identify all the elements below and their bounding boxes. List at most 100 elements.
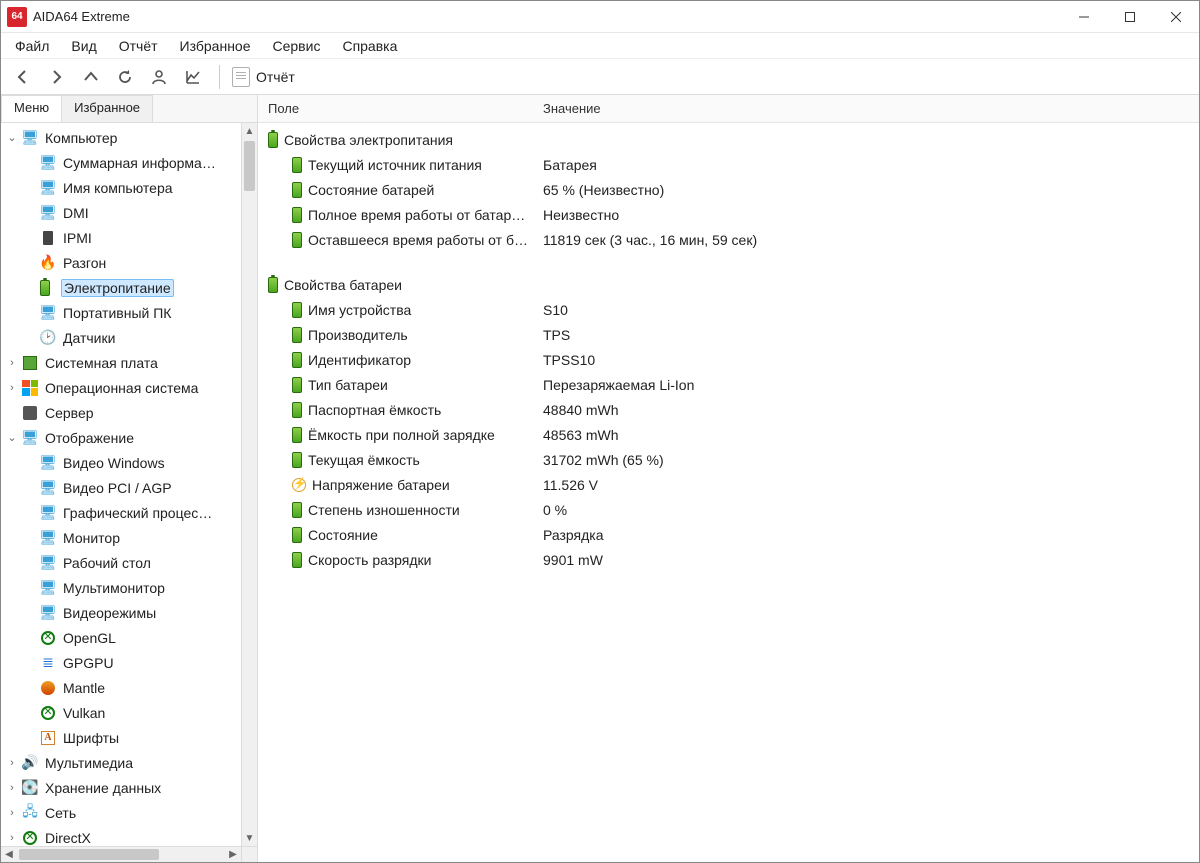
data-row[interactable]: Ёмкость при полной зарядке 48563 mWh	[258, 422, 1199, 447]
tree-summary[interactable]: 🖥Суммарная информа…	[1, 150, 241, 175]
expand-arrow-icon[interactable]: ›	[5, 357, 19, 369]
scroll-down-icon[interactable]: ▼	[242, 830, 257, 846]
column-header[interactable]: Поле Значение	[258, 95, 1199, 123]
tree-multimedia[interactable]: ›🔊Мультимедиа	[1, 750, 241, 775]
tree-vmodes[interactable]: 🖥Видеорежимы	[1, 600, 241, 625]
field-label: Ёмкость при полной зарядке	[308, 427, 495, 443]
minimize-button[interactable]	[1061, 1, 1107, 33]
menu-view[interactable]: Вид	[63, 36, 104, 56]
expand-arrow-icon[interactable]: ⌄	[5, 131, 19, 144]
data-row[interactable]: Имя устройстваS10	[258, 297, 1199, 322]
nav-tree[interactable]: ⌄🖥Компьютер🖥Суммарная информа…🖥Имя компь…	[1, 123, 241, 846]
data-row[interactable]: Оставшееся время работы от б…11819 сек (…	[258, 227, 1199, 252]
tree-mobo[interactable]: ›Системная плата	[1, 350, 241, 375]
menu-favorites[interactable]: Избранное	[172, 36, 259, 56]
field-label: Текущая ёмкость	[308, 452, 420, 468]
expand-arrow-icon[interactable]: ›	[5, 757, 19, 769]
tree-label: Отображение	[43, 430, 136, 446]
data-row[interactable]: Состояние батарей65 % (Неизвестно)	[258, 177, 1199, 202]
section-header[interactable]: Свойства электропитания	[258, 127, 1199, 152]
data-row[interactable]: Напряжение батареи11.526 V	[258, 472, 1199, 497]
data-row[interactable]: Паспортная ёмкость48840 mWh	[258, 397, 1199, 422]
report-button[interactable]: Отчёт	[232, 67, 295, 87]
tree-fonts[interactable]: AШрифты	[1, 725, 241, 750]
nav-up-button[interactable]	[77, 63, 105, 91]
scroll-left-icon[interactable]: ◀	[1, 847, 17, 862]
data-row[interactable]: Текущий источник питанияБатарея	[258, 152, 1199, 177]
tree-hscrollbar[interactable]: ◀ ▶	[1, 846, 241, 862]
tab-menu[interactable]: Меню	[1, 95, 62, 122]
tree-power[interactable]: Электропитание	[1, 275, 241, 300]
tree-desk[interactable]: 🖥Рабочий стол	[1, 550, 241, 575]
maximize-button[interactable]	[1107, 1, 1153, 33]
battery-icon	[292, 377, 302, 393]
tree-overclock[interactable]: 🔥Разгон	[1, 250, 241, 275]
menu-help[interactable]: Справка	[334, 36, 405, 56]
graph-button[interactable]	[179, 63, 207, 91]
tree-portable[interactable]: 🖥Портативный ПК	[1, 300, 241, 325]
field-label: Скорость разрядки	[308, 552, 432, 568]
tree-vwin[interactable]: 🖥Видео Windows	[1, 450, 241, 475]
expand-arrow-icon[interactable]: ›	[5, 382, 19, 394]
menu-file[interactable]: Файл	[7, 36, 57, 56]
tree-ipmi[interactable]: IPMI	[1, 225, 241, 250]
battery-icon	[39, 279, 57, 297]
tree-multimon[interactable]: 🖥Мультимонитор	[1, 575, 241, 600]
menu-report[interactable]: Отчёт	[111, 36, 166, 56]
col-value[interactable]: Значение	[533, 101, 1199, 116]
scroll-up-icon[interactable]: ▲	[242, 123, 257, 139]
data-row[interactable]: Тип батареиПерезаряжаемая Li-Ion	[258, 372, 1199, 397]
tree-vpci[interactable]: 🖥Видео PCI / AGP	[1, 475, 241, 500]
data-row[interactable]: Степень изношенности0 %	[258, 497, 1199, 522]
battery-icon	[292, 207, 302, 223]
section-header[interactable]: Свойства батареи	[258, 272, 1199, 297]
close-button[interactable]	[1153, 1, 1199, 33]
refresh-button[interactable]	[111, 63, 139, 91]
tree-vscrollbar[interactable]: ▲ ▼	[241, 123, 257, 846]
menu-tools[interactable]: Сервис	[265, 36, 329, 56]
tree-mon[interactable]: 🖥Монитор	[1, 525, 241, 550]
tree-directx[interactable]: ›DirectX	[1, 825, 241, 846]
data-row[interactable]: Скорость разрядки9901 mW	[258, 547, 1199, 572]
tree-mantle[interactable]: Mantle	[1, 675, 241, 700]
window-controls	[1061, 1, 1199, 33]
expand-arrow-icon[interactable]: ›	[5, 807, 19, 819]
tab-favorites[interactable]: Избранное	[61, 95, 153, 122]
expand-arrow-icon[interactable]: ›	[5, 782, 19, 794]
data-row[interactable]: Текущая ёмкость31702 mWh (65 %)	[258, 447, 1199, 472]
user-button[interactable]	[145, 63, 173, 91]
data-row[interactable]: ИдентификаторTPSS10	[258, 347, 1199, 372]
nav-forward-button[interactable]	[43, 63, 71, 91]
tree-label: Сеть	[43, 805, 78, 821]
battery-icon	[292, 452, 302, 468]
tree-sensors[interactable]: 🕑Датчики	[1, 325, 241, 350]
tree-network[interactable]: ›🖧Сеть	[1, 800, 241, 825]
vscroll-thumb[interactable]	[244, 141, 255, 191]
monitor-icon: 🖥	[39, 454, 57, 472]
expand-arrow-icon[interactable]: ›	[5, 832, 19, 844]
tree-vulkan[interactable]: Vulkan	[1, 700, 241, 725]
data-row[interactable]: ПроизводительTPS	[258, 322, 1199, 347]
tree-dmi[interactable]: 🖥DMI	[1, 200, 241, 225]
sidebar-tabs: Меню Избранное	[1, 95, 257, 123]
tree-os[interactable]: ›Операционная система	[1, 375, 241, 400]
monitor-icon: 🖥	[39, 154, 57, 172]
hscroll-thumb[interactable]	[19, 849, 159, 860]
tree-computer[interactable]: ⌄🖥Компьютер	[1, 125, 241, 150]
col-field[interactable]: Поле	[258, 101, 533, 116]
data-row[interactable]: СостояниеРазрядка	[258, 522, 1199, 547]
field-value: 48563 mWh	[533, 427, 1199, 443]
expand-arrow-icon[interactable]: ⌄	[5, 431, 19, 444]
tree-opengl[interactable]: OpenGL	[1, 625, 241, 650]
nav-back-button[interactable]	[9, 63, 37, 91]
data-row[interactable]: Полное время работы от батар…Неизвестно	[258, 202, 1199, 227]
field-value: Разрядка	[533, 527, 1199, 543]
scroll-right-icon[interactable]: ▶	[225, 847, 241, 862]
tree-display[interactable]: ⌄🖥Отображение	[1, 425, 241, 450]
tree-storage[interactable]: ›💽Хранение данных	[1, 775, 241, 800]
tree-server[interactable]: Сервер	[1, 400, 241, 425]
tree-cname[interactable]: 🖥Имя компьютера	[1, 175, 241, 200]
field-label: Тип батареи	[308, 377, 388, 393]
tree-gpgpu[interactable]: ≣GPGPU	[1, 650, 241, 675]
tree-gpu[interactable]: 🖥Графический процес…	[1, 500, 241, 525]
